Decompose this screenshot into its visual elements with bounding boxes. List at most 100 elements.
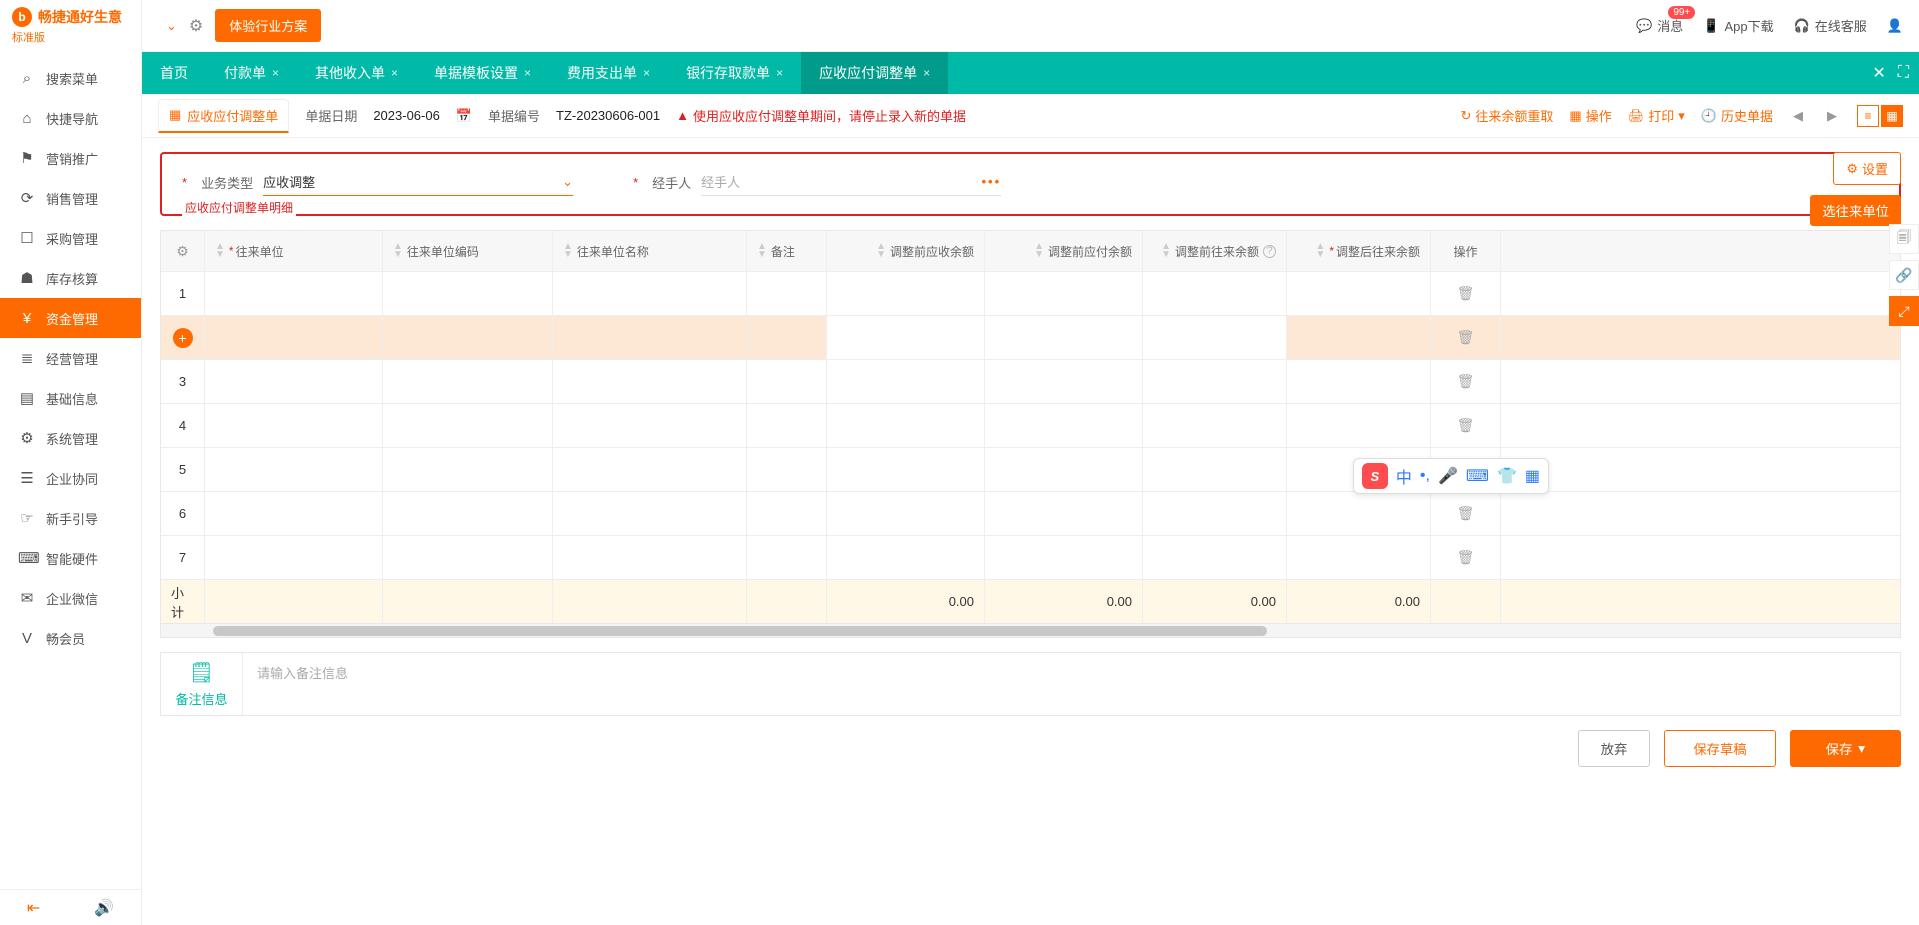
online-service-button[interactable]: 🎧 在线客服 — [1794, 16, 1867, 35]
add-row-button[interactable]: + — [161, 316, 205, 359]
table-row[interactable]: 3🗑 — [161, 359, 1900, 403]
tab-bank[interactable]: 银行存取款单× — [668, 52, 801, 94]
sidebar-item-wechat[interactable]: ✉企业微信 — [0, 578, 141, 618]
settings-icon[interactable]: ⚙ — [189, 16, 203, 36]
try-industry-button[interactable]: 体验行业方案 — [215, 9, 321, 42]
ime-skin-icon[interactable]: 👕 — [1497, 466, 1517, 486]
sidebar-item-funds[interactable]: ¥资金管理 — [0, 298, 141, 338]
more-icon[interactable]: ••• — [982, 174, 1002, 189]
delete-icon[interactable]: 🗑 — [1457, 549, 1475, 566]
rail-note-button[interactable]: 🗐 — [1889, 224, 1919, 254]
close-icon[interactable]: × — [524, 66, 531, 80]
calendar-icon[interactable]: 📅 — [456, 108, 472, 124]
tab-home[interactable]: 首页 — [142, 52, 206, 94]
operate-button[interactable]: ▦操作 — [1569, 106, 1611, 125]
side-menu: ⌕搜索菜单 ⌂快捷导航 ⚑营销推广 ⟳销售管理 ☐采购管理 ☗库存核算 ¥资金管… — [0, 52, 141, 889]
select-unit-button[interactable]: 选往来单位 — [1810, 195, 1901, 226]
messages-button[interactable]: 💬 消息 99+ — [1636, 16, 1683, 35]
remark-input[interactable]: 请输入备注信息 — [243, 653, 1900, 715]
sidebar-item-member[interactable]: V畅会员 — [0, 618, 141, 658]
discard-button[interactable]: 放弃 — [1578, 730, 1651, 767]
column-post-bal[interactable]: ▲▼*调整后往来余额 — [1287, 231, 1431, 271]
tab-template[interactable]: 单据模板设置× — [416, 52, 549, 94]
delete-icon[interactable]: 🗑 — [1457, 505, 1475, 522]
table-row[interactable]: 5🗑 — [161, 447, 1900, 491]
table-row-active[interactable]: +🗑 — [161, 315, 1900, 359]
delete-icon[interactable]: 🗑 — [1457, 329, 1475, 346]
column-settings[interactable]: ⚙ — [161, 231, 205, 271]
delete-icon[interactable]: 🗑 — [1457, 417, 1475, 434]
ime-mic-icon[interactable]: 🎤 — [1438, 466, 1458, 486]
refetch-balance-button[interactable]: ↻往来余额重取 — [1461, 106, 1554, 125]
sound-icon[interactable]: 🔊 — [94, 898, 114, 918]
org-selector[interactable]: ⌄ — [158, 18, 177, 34]
sidebar-item-purchase[interactable]: ☐采购管理 — [0, 218, 141, 258]
history-button[interactable]: 🕘历史单据 — [1701, 106, 1773, 125]
view-card-button[interactable]: ▦ — [1881, 105, 1903, 127]
sidebar-item-system[interactable]: ⚙系统管理 — [0, 418, 141, 458]
fullscreen-icon[interactable]: ⛶ — [1898, 64, 1909, 82]
ime-toolbox-icon[interactable]: ▦ — [1525, 466, 1540, 486]
sidebar-item-marketing[interactable]: ⚑营销推广 — [0, 138, 141, 178]
sidebar-item-basic[interactable]: ▤基础信息 — [0, 378, 141, 418]
delete-icon[interactable]: 🗑 — [1457, 285, 1475, 302]
warning-text: 使用应收应付调整单期间，请停止录入新的单据 — [693, 106, 966, 125]
sidebar-item-hardware[interactable]: ⌨智能硬件 — [0, 538, 141, 578]
ime-toolbar[interactable]: S 中 •, 🎤 ⌨ 👕 ▦ — [1353, 458, 1549, 494]
ime-punct-icon[interactable]: •, — [1420, 467, 1430, 485]
horizontal-scrollbar[interactable] — [160, 624, 1901, 638]
collapse-icon[interactable]: ⇤ — [27, 898, 40, 918]
table-row[interactable]: 6🗑 — [161, 491, 1900, 535]
column-pre-bal[interactable]: ▲▼调整前往来余额? — [1143, 231, 1287, 271]
close-icon[interactable]: × — [643, 66, 650, 80]
close-all-icon[interactable]: ✕ — [1872, 63, 1885, 83]
close-icon[interactable]: × — [923, 66, 930, 80]
column-remark[interactable]: ▲▼备注 — [747, 231, 827, 271]
sidebar-item-guide[interactable]: ☞新手引导 — [0, 498, 141, 538]
view-list-button[interactable]: ≡ — [1857, 105, 1879, 127]
column-pre-recv[interactable]: ▲▼调整前应收余额 — [827, 231, 985, 271]
column-code[interactable]: ▲▼往来单位编码 — [383, 231, 553, 271]
home-icon: ⌂ — [18, 110, 36, 127]
ime-lang[interactable]: 中 — [1396, 464, 1412, 488]
sidebar-item-inventory[interactable]: ☗库存核算 — [0, 258, 141, 298]
app-download-button[interactable]: 📱 App下载 — [1703, 16, 1773, 35]
sidebar-item-collab[interactable]: ☰企业协同 — [0, 458, 141, 498]
save-draft-button[interactable]: 保存草稿 — [1664, 730, 1775, 767]
handler-input[interactable]: 经手人 ••• — [701, 168, 1001, 196]
tab-adjustment[interactable]: 应收应付调整单× — [801, 52, 948, 94]
column-name[interactable]: ▲▼往来单位名称 — [553, 231, 747, 271]
print-button[interactable]: 🖨打印▾ — [1628, 106, 1685, 125]
rail-expand-button[interactable]: ⤢ — [1889, 296, 1919, 326]
document-type-tab[interactable]: ▦ 应收应付调整单 — [158, 99, 289, 133]
next-doc-button[interactable]: ▶ — [1823, 108, 1841, 124]
date-value[interactable]: 2023-06-06 — [373, 108, 440, 123]
sidebar-item-quicknav[interactable]: ⌂快捷导航 — [0, 98, 141, 138]
column-unit[interactable]: ▲▼*往来单位 — [205, 231, 383, 271]
remark-title: 备注信息 — [175, 689, 227, 708]
sidebar-item-business[interactable]: ≣经营管理 — [0, 338, 141, 378]
sidebar-item-sales[interactable]: ⟳销售管理 — [0, 178, 141, 218]
sidebar-item-search[interactable]: ⌕搜索菜单 — [0, 58, 141, 98]
prev-doc-button[interactable]: ◀ — [1789, 108, 1807, 124]
table-row[interactable]: 1🗑 — [161, 271, 1900, 315]
close-icon[interactable]: × — [776, 66, 783, 80]
tab-other-income[interactable]: 其他收入单× — [297, 52, 416, 94]
biz-type-select[interactable]: 应收调整 ⌄ — [263, 168, 573, 196]
tab-expense[interactable]: 费用支出单× — [549, 52, 668, 94]
delete-icon[interactable]: 🗑 — [1457, 373, 1475, 390]
user-avatar[interactable]: 👤 — [1887, 18, 1903, 34]
column-pre-pay[interactable]: ▲▼调整前应付余额 — [985, 231, 1143, 271]
tab-payment[interactable]: 付款单× — [206, 52, 297, 94]
close-icon[interactable]: × — [391, 66, 398, 80]
table-row[interactable]: 7🗑 — [161, 535, 1900, 579]
info-icon[interactable]: ? — [1263, 245, 1276, 258]
settings-button[interactable]: ⚙设置 — [1833, 152, 1901, 185]
table-row[interactable]: 4🗑 — [161, 403, 1900, 447]
handler-field: * 经手人 经手人 ••• — [633, 168, 1001, 196]
rail-attach-button[interactable]: 🔗 — [1889, 260, 1919, 290]
scrollbar-thumb[interactable] — [213, 626, 1267, 636]
ime-keyboard-icon[interactable]: ⌨ — [1466, 466, 1489, 486]
close-icon[interactable]: × — [272, 66, 279, 80]
save-button[interactable]: 保存▾ — [1790, 730, 1901, 767]
